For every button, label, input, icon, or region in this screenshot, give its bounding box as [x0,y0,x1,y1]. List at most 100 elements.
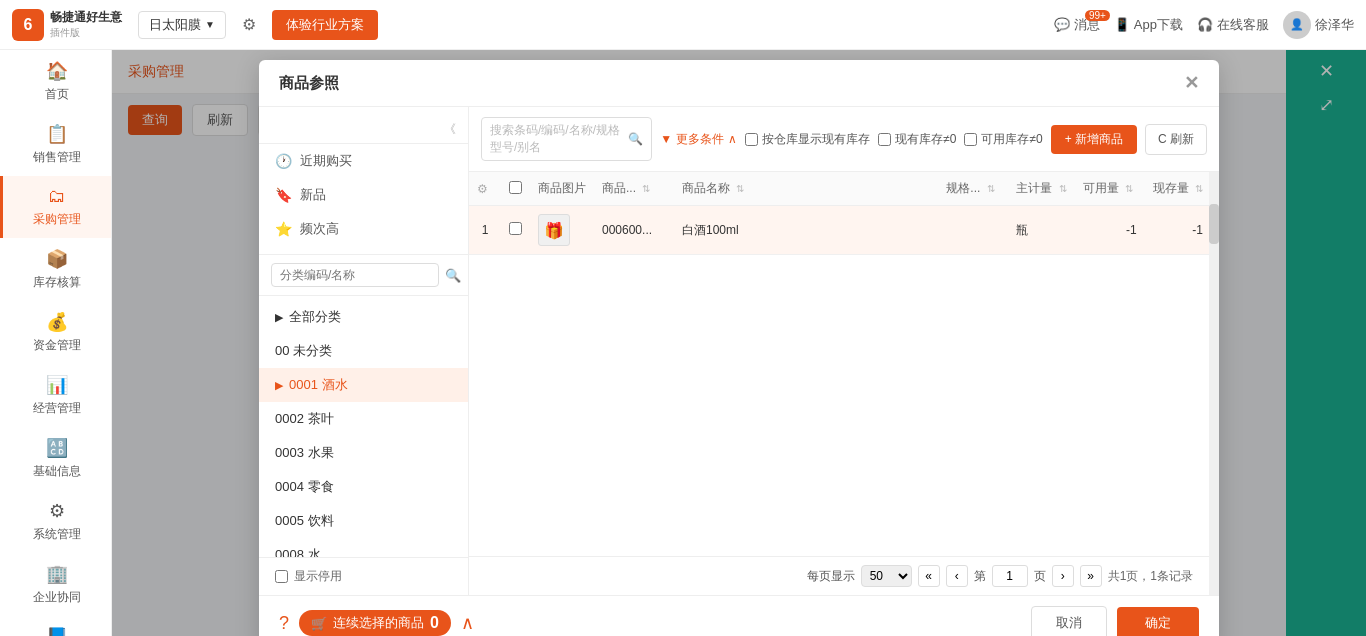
cart-area[interactable]: 🛒 连续选择的商品 0 [299,610,451,636]
basic-icon: 🔠 [46,437,68,459]
sidebar-item-business[interactable]: 📊 经营管理 [0,364,111,427]
search-placeholder-text: 搜索条码/编码/名称/规格型号/别名 [490,122,622,156]
sort-icon-code: ⇅ [642,183,650,194]
sidebar-item-system[interactable]: ⚙ 系统管理 [0,490,111,553]
page-word2: 页 [1034,568,1046,585]
show-disabled-row: 显示停用 [259,557,468,595]
col-header-num: ⚙ [469,172,501,206]
more-filter-btn[interactable]: ▼ 更多条件 ∧ [660,131,737,148]
trial-button[interactable]: 体验行业方案 [272,10,378,40]
sidebar-item-finance[interactable]: 💰 资金管理 [0,301,111,364]
warehouse-filter-label[interactable]: 按仓库显示现有库存 [745,131,870,148]
category-item-0005[interactable]: 0005 饮料 [259,504,468,538]
content-area: 采购管理 查询 刷新 设置 ✕ ⤢ 商品参照 ✕ [112,50,1366,636]
scrollbar-thumb[interactable] [1209,204,1219,244]
sidebar: 🏠 首页 📋 销售管理 🗂 采购管理 📦 库存核算 💰 资金管理 📊 经营管理 … [0,50,112,636]
select-all-checkbox[interactable] [509,181,522,194]
help-icon[interactable]: ? [279,613,289,634]
sidebar-item-enterprise[interactable]: 🏢 企业协同 [0,553,111,616]
message-icon: 💬 [1054,17,1070,32]
category-item-0008[interactable]: 0008 水 [259,538,468,557]
mobile-icon: 📱 [1114,17,1130,32]
frequent-icon: ⭐ [275,221,292,237]
category-search-input[interactable] [271,263,439,287]
current-stock-checkbox[interactable] [878,133,891,146]
collapse-left-btn[interactable]: 《 [440,119,460,139]
tab-recent[interactable]: 🕐 近期购买 [259,144,468,178]
warehouse-filter-checkbox[interactable] [745,133,758,146]
sidebar-item-sales[interactable]: 📋 销售管理 [0,113,111,176]
footer-right: 取消 确定 [1031,606,1199,636]
category-item-0003[interactable]: 0003 水果 [259,436,468,470]
refresh-btn[interactable]: C 刷新 [1145,124,1207,155]
sidebar-item-home[interactable]: 🏠 首页 [0,50,111,113]
prev-page-btn[interactable]: ‹ [946,565,968,587]
logo-icon: 6 [12,9,44,41]
show-disabled-checkbox[interactable] [275,570,288,583]
col-header-spec[interactable]: 规格... ⇅ [938,172,1008,206]
page-size-label: 每页显示 [807,568,855,585]
current-stock-filter-label[interactable]: 现有库存≠0 [878,131,956,148]
col-header-stock[interactable]: 现存量 ⇅ [1145,172,1219,206]
online-service-btn[interactable]: 🎧 在线客服 [1197,16,1269,34]
finance-icon: 💰 [46,311,68,333]
filter-icon: ▼ [660,132,672,146]
tab-new[interactable]: 🔖 新品 [259,178,468,212]
category-item-all[interactable]: ▶ 全部分类 [259,300,468,334]
category-search-icon[interactable]: 🔍 [445,268,461,283]
category-item-00[interactable]: 00 未分类 [259,334,468,368]
table-row[interactable]: 1 🎁 [469,206,1219,255]
add-product-btn[interactable]: + 新增商品 [1051,125,1137,154]
table-area: ⚙ 商品图片 [469,172,1219,595]
category-item-0004[interactable]: 0004 零食 [259,470,468,504]
main-layout: 🏠 首页 📋 销售管理 🗂 采购管理 📦 库存核算 💰 资金管理 📊 经营管理 … [0,50,1366,636]
cell-spec [938,206,1008,255]
recent-icon: 🕐 [275,153,292,169]
modal-header: 商品参照 ✕ [259,60,1219,107]
messages-btn[interactable]: 💬 消息 99+ [1054,16,1100,34]
quick-filter-tabs: 《 🕐 近期购买 🔖 新品 ⭐ [259,107,468,255]
next-page-btn[interactable]: › [1052,565,1074,587]
modal-close-button[interactable]: ✕ [1184,72,1199,94]
available-stock-filter-label[interactable]: 可用库存≠0 [964,131,1042,148]
sidebar-item-basic[interactable]: 🔠 基础信息 [0,427,111,490]
search-icon[interactable]: 🔍 [628,132,643,146]
product-search-box[interactable]: 搜索条码/编码/名称/规格型号/别名 🔍 [481,117,652,161]
cancel-button[interactable]: 取消 [1031,606,1107,636]
collapse-footer-icon[interactable]: ∧ [461,612,474,634]
user-menu[interactable]: 👤 徐泽华 [1283,11,1354,39]
app-download-btn[interactable]: 📱 App下载 [1114,16,1183,34]
category-item-0001[interactable]: ▶ 0001 酒水 [259,368,468,402]
sidebar-item-inventory[interactable]: 📦 库存核算 [0,238,111,301]
sales-icon: 📋 [46,123,68,145]
tab-frequent[interactable]: ⭐ 频次高 [259,212,468,246]
confirm-button[interactable]: 确定 [1117,607,1199,636]
chevron-down-icon: ▼ [205,19,215,30]
col-header-code[interactable]: 商品... ⇅ [594,172,674,206]
settings-icon[interactable]: ⚙ [477,182,488,196]
headset-icon: 🎧 [1197,17,1213,32]
sidebar-item-purchase[interactable]: 🗂 采购管理 [0,176,111,238]
cell-check[interactable] [501,206,530,255]
page-size-select[interactable]: 50 100 [861,565,912,587]
category-item-0002[interactable]: 0002 茶叶 [259,402,468,436]
page-number-input[interactable] [992,565,1028,587]
row-checkbox[interactable] [509,222,522,235]
collapse-row: 《 [259,115,468,144]
col-header-name[interactable]: 商品名称 ⇅ [674,172,938,206]
sort-icon-name: ⇅ [736,183,744,194]
nav-store-dropdown[interactable]: 日太阳膜 ▼ [138,11,226,39]
scrollbar-track[interactable] [1209,172,1219,595]
sidebar-item-guide[interactable]: 📘 新手引导 [0,616,111,636]
arrow-0001: ▶ [275,379,283,392]
new-icon: 🔖 [275,187,292,203]
logo-text: 畅捷通好生意 插件版 [50,9,122,40]
product-reference-modal: 商品参照 ✕ 《 🕐 近期购买 [259,60,1219,636]
settings-icon[interactable]: ⚙ [234,10,264,40]
first-page-btn[interactable]: « [918,565,940,587]
available-stock-checkbox[interactable] [964,133,977,146]
last-page-btn[interactable]: » [1080,565,1102,587]
cell-stock: -1 [1145,206,1219,255]
col-header-available[interactable]: 可用量 ⇅ [1075,172,1145,206]
col-header-unit[interactable]: 主计量 ⇅ [1008,172,1074,206]
